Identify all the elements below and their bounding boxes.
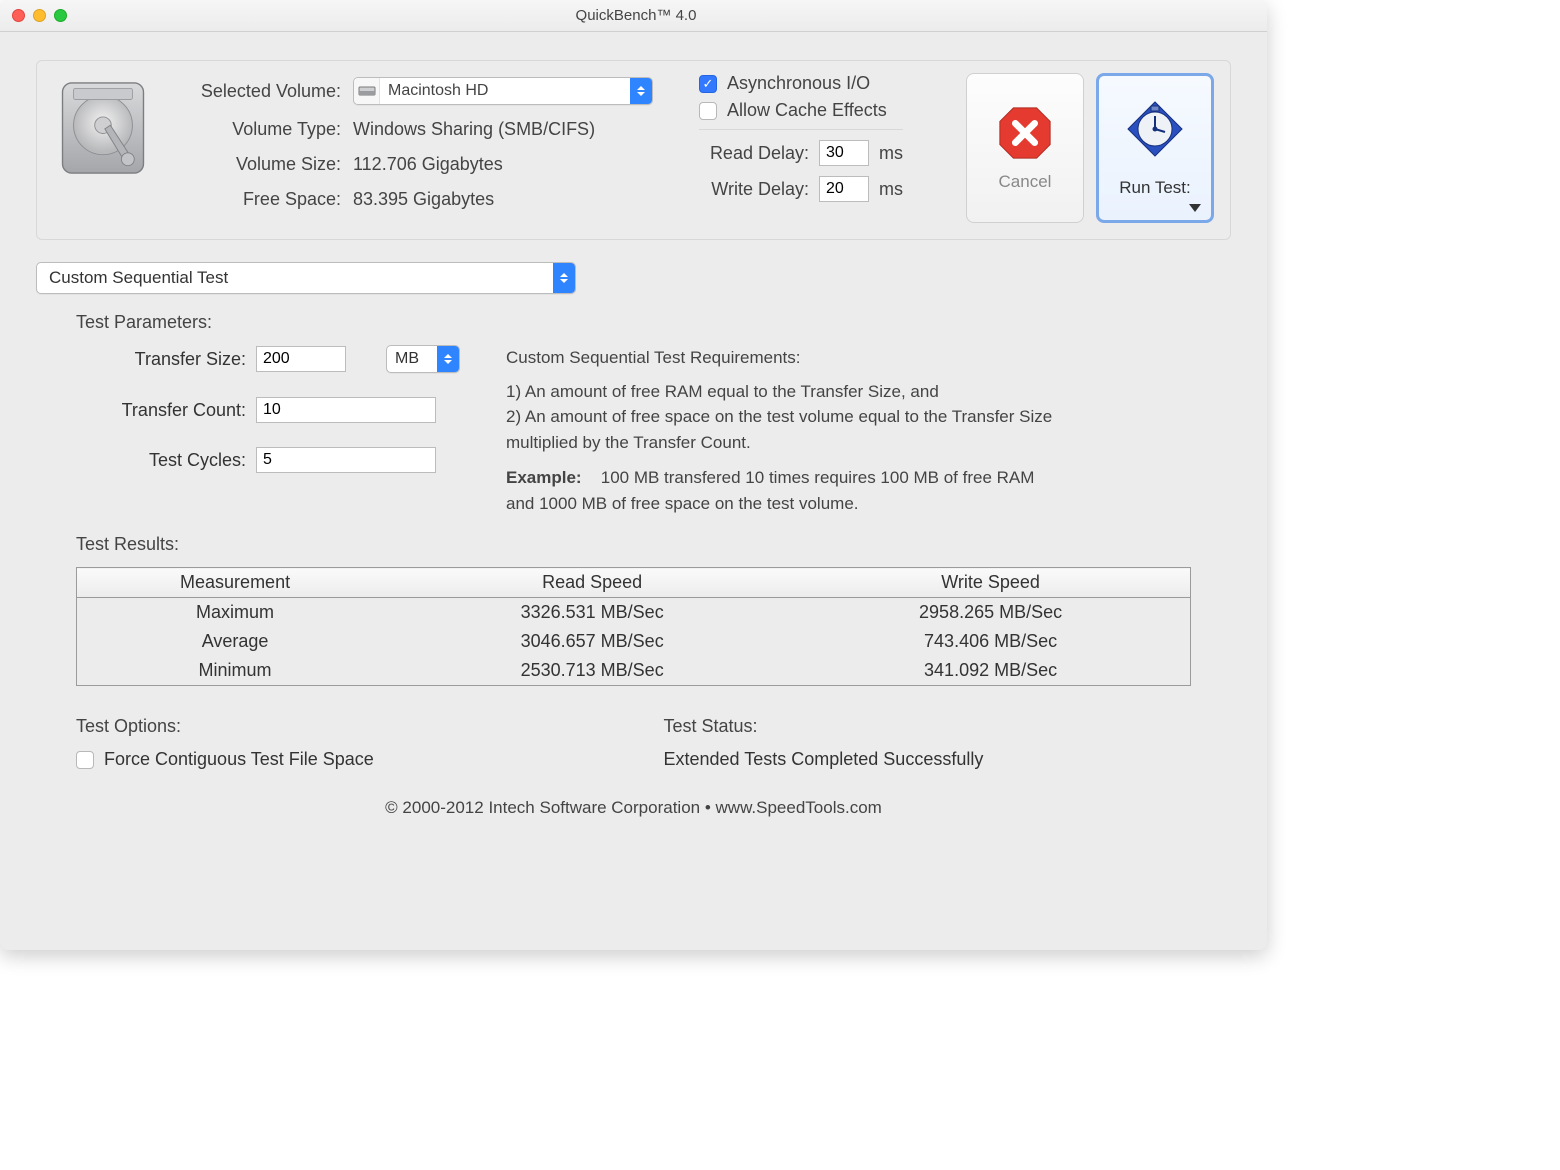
volume-type-value: Windows Sharing (SMB/CIFS)	[353, 119, 653, 140]
transfer-count-label: Transfer Count:	[76, 400, 246, 421]
test-type-value: Custom Sequential Test	[37, 268, 238, 288]
results-table: Measurement Read Speed Write Speed Maxim…	[76, 567, 1191, 686]
titlebar: QuickBench™ 4.0	[0, 0, 1267, 32]
chevron-updown-icon	[630, 78, 652, 104]
read-delay-input[interactable]	[819, 140, 869, 166]
col-read: Read Speed	[393, 568, 791, 598]
footer-text: © 2000-2012 Intech Software Corporation …	[36, 798, 1231, 818]
top-panel: Selected Volume: Macintosh HD Volume Typ…	[36, 60, 1231, 240]
transfer-size-unit-select[interactable]: MB	[386, 345, 460, 373]
volume-select[interactable]: Macintosh HD	[353, 77, 653, 105]
transfer-size-input[interactable]	[256, 346, 346, 372]
read-delay-label: Read Delay:	[699, 143, 809, 164]
chevron-updown-icon	[553, 263, 575, 293]
stopwatch-icon	[1120, 98, 1190, 168]
col-write: Write Speed	[791, 568, 1190, 598]
write-delay-label: Write Delay:	[699, 179, 809, 200]
ms-label-2: ms	[879, 179, 903, 200]
cancel-icon	[996, 104, 1054, 162]
req-item-2: An amount of free space on the test volu…	[506, 407, 1052, 452]
test-status-title: Test Status:	[664, 716, 1192, 737]
drive-glyph-icon	[354, 78, 380, 104]
transfer-size-unit-value: MB	[387, 350, 429, 368]
run-test-label: Run Test:	[1119, 178, 1191, 198]
force-contiguous-label: Force Contiguous Test File Space	[104, 749, 374, 770]
window-title: QuickBench™ 4.0	[17, 7, 1255, 24]
selected-volume-label: Selected Volume:	[171, 81, 341, 102]
volume-info: Selected Volume: Macintosh HD Volume Typ…	[171, 77, 653, 210]
test-results-title: Test Results:	[76, 534, 1191, 555]
chevron-updown-icon	[437, 346, 459, 372]
req-item-1: An amount of free RAM equal to the Trans…	[525, 382, 939, 401]
test-status-text: Extended Tests Completed Successfully	[664, 749, 1192, 770]
table-row: Minimum 2530.713 MB/Sec 341.092 MB/Sec	[77, 656, 1191, 686]
free-space-value: 83.395 Gigabytes	[353, 189, 653, 210]
volume-select-value: Macintosh HD	[380, 82, 498, 100]
test-cycles-label: Test Cycles:	[76, 450, 246, 471]
write-delay-input[interactable]	[819, 176, 869, 202]
transfer-count-input[interactable]	[256, 397, 436, 423]
io-options: Asynchronous I/O Allow Cache Effects Rea…	[699, 73, 903, 202]
test-cycles-input[interactable]	[256, 447, 436, 473]
requirements-header: Custom Sequential Test Requirements:	[506, 345, 1066, 371]
force-contiguous-checkbox[interactable]	[76, 751, 94, 769]
test-type-select[interactable]: Custom Sequential Test	[36, 262, 576, 294]
test-parameters-title: Test Parameters:	[76, 312, 1191, 333]
cancel-label: Cancel	[999, 172, 1052, 192]
test-options-title: Test Options:	[76, 716, 604, 737]
requirements-text: Custom Sequential Test Requirements: 1) …	[506, 345, 1066, 516]
cancel-button[interactable]: Cancel	[966, 73, 1084, 223]
volume-type-label: Volume Type:	[171, 119, 341, 140]
async-io-checkbox[interactable]	[699, 75, 717, 93]
table-row: Maximum 3326.531 MB/Sec 2958.265 MB/Sec	[77, 598, 1191, 628]
volume-size-value: 112.706 Gigabytes	[353, 154, 653, 175]
run-test-button[interactable]: Run Test:	[1096, 73, 1214, 223]
allow-cache-label: Allow Cache Effects	[727, 100, 887, 121]
ms-label: ms	[879, 143, 903, 164]
allow-cache-checkbox[interactable]	[699, 102, 717, 120]
hard-drive-icon	[53, 73, 153, 183]
async-io-label: Asynchronous I/O	[727, 73, 870, 94]
volume-size-label: Volume Size:	[171, 154, 341, 175]
dropdown-triangle-icon	[1189, 204, 1201, 212]
app-window: QuickBench™ 4.0 Selected V	[0, 0, 1267, 950]
free-space-label: Free Space:	[171, 189, 341, 210]
col-measurement: Measurement	[77, 568, 394, 598]
transfer-size-label: Transfer Size:	[76, 349, 246, 370]
table-row: Average 3046.657 MB/Sec 743.406 MB/Sec	[77, 627, 1191, 656]
example-label: Example:	[506, 465, 596, 491]
